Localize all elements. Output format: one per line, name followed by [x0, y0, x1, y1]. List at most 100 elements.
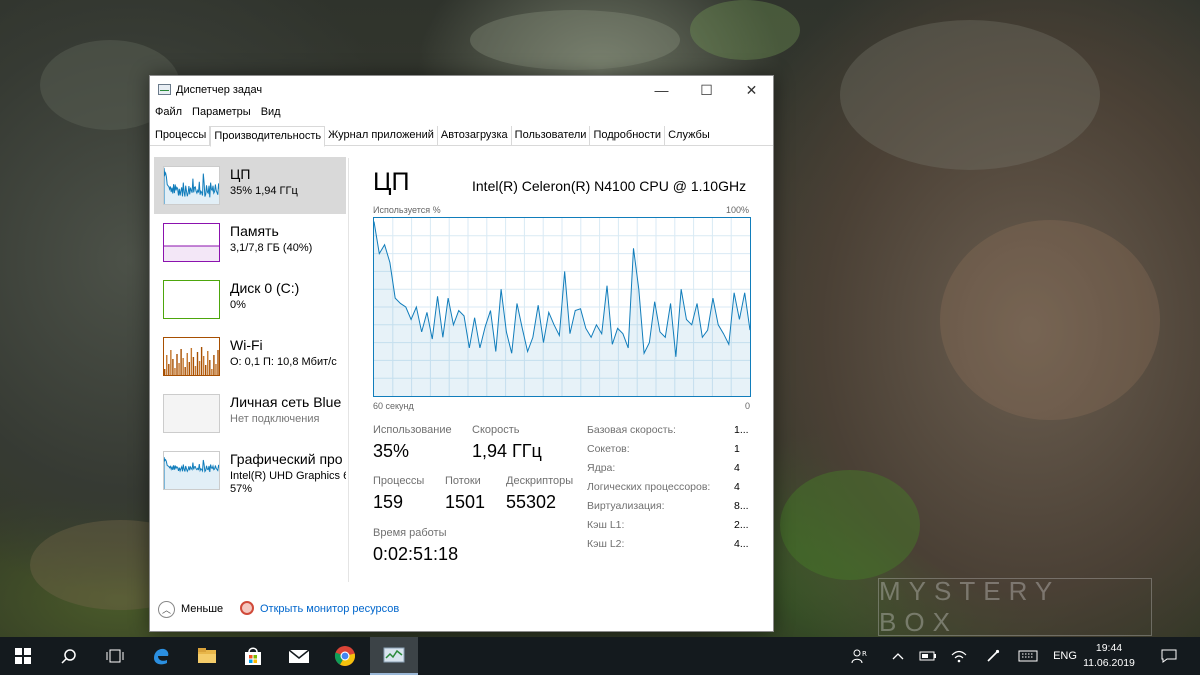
- spec-value: 2...: [734, 519, 749, 531]
- disk-thumbnail-graph: [163, 280, 220, 319]
- maximize-button[interactable]: ☐: [684, 76, 729, 104]
- resource-item-detail: Intel(R) UHD Graphics 6: [230, 470, 346, 482]
- spec-label: Ядра:: [587, 462, 616, 474]
- chrome-icon[interactable]: [322, 637, 368, 675]
- system-clock[interactable]: 19:44 11.06.2019: [1082, 641, 1136, 671]
- spec-label: Кэш L1:: [587, 519, 625, 531]
- sidebar-divider: [348, 158, 349, 582]
- spec-label: Базовая скорость:: [587, 424, 676, 436]
- speed-label: Скорость: [472, 424, 520, 436]
- battery-icon[interactable]: [916, 637, 940, 675]
- tab-app-history[interactable]: Журнал приложений: [325, 126, 438, 146]
- tab-services[interactable]: Службы: [665, 126, 713, 146]
- task-view-icon[interactable]: [92, 637, 138, 675]
- resource-item-cpu[interactable]: ЦП 35% 1,94 ГГц: [154, 157, 346, 214]
- panel-title: ЦП: [373, 168, 410, 196]
- resource-item-detail: 3,1/7,8 ГБ (40%): [230, 242, 313, 254]
- watermark: MYSTERY BOX: [878, 576, 1152, 637]
- store-icon[interactable]: [230, 637, 276, 675]
- spec-label: Сокетов:: [587, 443, 630, 455]
- menu-bar: Файл Параметры Вид: [150, 106, 286, 124]
- spec-label: Кэш L2:: [587, 538, 625, 550]
- task-manager-window: Диспетчер задач — ☐ ✕ Файл Параметры Вид…: [149, 75, 774, 632]
- resource-item-title: Диск 0 (C:): [230, 280, 300, 296]
- explorer-icon[interactable]: [184, 637, 230, 675]
- people-icon[interactable]: R: [846, 637, 872, 675]
- resource-item-title: Графический про: [230, 451, 343, 467]
- pen-workspace-icon[interactable]: [980, 637, 1006, 675]
- menu-view[interactable]: Вид: [256, 106, 286, 124]
- task-manager-icon[interactable]: [370, 637, 418, 675]
- resource-monitor-icon: [240, 601, 254, 615]
- spec-label: Логических процессоров:: [587, 481, 711, 493]
- clock-date: 11.06.2019: [1083, 657, 1135, 669]
- resource-item-detail: 0%: [230, 299, 246, 311]
- resource-item-title: Wi-Fi: [230, 337, 263, 353]
- resource-item-bluetooth-network[interactable]: Личная сеть Blue Нет подключения: [154, 385, 346, 442]
- resource-item-gpu[interactable]: Графический про Intel(R) UHD Graphics 6 …: [154, 442, 346, 499]
- menu-file[interactable]: Файл: [150, 106, 187, 124]
- spec-label: Виртуализация:: [587, 500, 665, 512]
- start-icon[interactable]: [0, 637, 46, 675]
- graph-x-label: 60 секунд: [373, 401, 414, 411]
- threads-label: Потоки: [445, 475, 481, 487]
- window-title: Диспетчер задач: [176, 84, 263, 96]
- cpu-usage-chart: [373, 218, 751, 396]
- spec-value: 1...: [734, 424, 749, 436]
- gpu-thumbnail-graph: [163, 451, 220, 490]
- handles-value: 55302: [506, 492, 557, 512]
- threads-value: 1501: [445, 492, 486, 512]
- tab-startup[interactable]: Автозагрузка: [438, 126, 512, 146]
- resource-item-detail: 35% 1,94 ГГц: [230, 185, 298, 197]
- action-center-icon[interactable]: [1155, 637, 1183, 675]
- tab-performance[interactable]: Производительность: [210, 126, 326, 147]
- fewer-details-chevron-icon[interactable]: ︿: [158, 601, 175, 618]
- edge-icon[interactable]: [138, 637, 184, 675]
- processes-label: Процессы: [373, 475, 425, 487]
- minimize-button[interactable]: —: [639, 76, 684, 104]
- search-icon[interactable]: [46, 637, 92, 675]
- input-language[interactable]: ENG: [1048, 637, 1082, 675]
- memory-thumbnail-graph: [163, 223, 220, 262]
- bluetooth-thumbnail-graph: [163, 394, 220, 433]
- wifi-icon[interactable]: [946, 637, 972, 675]
- resource-item-title: ЦП: [230, 166, 251, 182]
- svg-text:R: R: [862, 650, 867, 658]
- show-hidden-icons-chevron-icon[interactable]: [886, 637, 910, 675]
- resource-item-disk[interactable]: Диск 0 (C:) 0%: [154, 271, 346, 328]
- touch-keyboard-icon[interactable]: [1014, 637, 1042, 675]
- utilization-value: 35%: [373, 441, 410, 461]
- resource-item-title: Личная сеть Blue: [230, 394, 342, 410]
- cpu-thumbnail-graph: [163, 166, 220, 205]
- mail-icon[interactable]: [276, 637, 322, 675]
- tab-users[interactable]: Пользователи: [512, 126, 591, 146]
- taskbar: R ENG 19:44 11.06.2019: [0, 637, 1200, 675]
- resource-item-memory[interactable]: Память 3,1/7,8 ГБ (40%): [154, 214, 346, 271]
- uptime-label: Время работы: [373, 527, 447, 539]
- handles-label: Дескрипторы: [506, 475, 574, 487]
- speed-value: 1,94 ГГц: [472, 441, 542, 461]
- resource-item-wifi[interactable]: Wi-Fi О: 0,1 П: 10,8 Мбит/с: [154, 328, 346, 385]
- spec-value: 1: [734, 443, 740, 455]
- utilization-label: Использование: [373, 424, 452, 436]
- close-button[interactable]: ✕: [729, 76, 774, 104]
- title-bar[interactable]: Диспетчер задач — ☐ ✕: [150, 76, 773, 104]
- resource-list: ЦП 35% 1,94 ГГц Память 3,1/7,8 ГБ (40%) …: [154, 157, 346, 577]
- menu-options[interactable]: Параметры: [187, 106, 256, 124]
- graph-y-max-label: 100%: [726, 205, 750, 215]
- resource-item-detail: О: 0,1 П: 10,8 Мбит/с: [230, 356, 337, 368]
- uptime-value: 0:02:51:18: [373, 544, 459, 564]
- clock-time: 19:44: [1095, 642, 1123, 654]
- cpu-model-name: Intel(R) Celeron(R) N4100 CPU @ 1.10GHz: [472, 178, 747, 194]
- tab-processes[interactable]: Процессы: [152, 126, 211, 146]
- spec-value: 4...: [734, 538, 749, 550]
- tab-details[interactable]: Подробности: [590, 126, 666, 146]
- fewer-details-button[interactable]: Меньше: [181, 603, 223, 615]
- open-resource-monitor-link[interactable]: Открыть монитор ресурсов: [260, 603, 399, 615]
- resource-item-detail-2: 57%: [230, 483, 253, 495]
- graph-x-end-label: 0: [745, 401, 751, 411]
- resource-item-title: Память: [230, 223, 279, 239]
- spec-value: 4: [734, 481, 740, 493]
- spec-value: 4: [734, 462, 740, 474]
- task-manager-app-icon: [158, 84, 171, 95]
